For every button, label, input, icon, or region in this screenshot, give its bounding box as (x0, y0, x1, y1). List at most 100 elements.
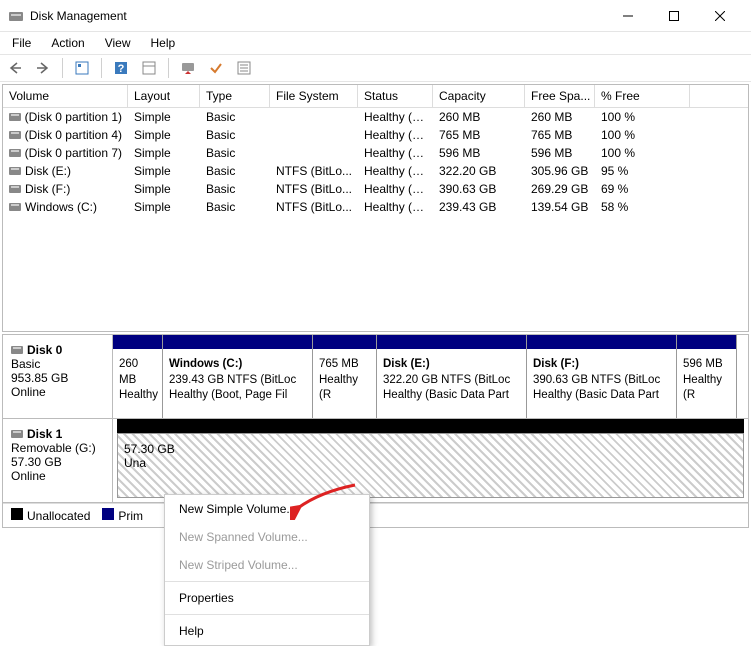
context-menu: New Simple Volume... New Spanned Volume.… (164, 494, 370, 646)
cell-status: Healthy (E... (358, 108, 433, 126)
legend-swatch-unallocated (11, 508, 23, 520)
part-label: Disk (F:) (533, 358, 579, 370)
part-line2: Healthy (Basic Data Part (533, 389, 659, 401)
col-filesystem[interactable]: File System (270, 85, 358, 107)
disk0-status: Online (11, 385, 104, 399)
help-icon[interactable]: ? (110, 57, 132, 79)
table-row[interactable]: (Disk 0 partition 4)SimpleBasicHealthy (… (3, 126, 748, 144)
disk1-status: Online (11, 469, 104, 483)
col-layout[interactable]: Layout (128, 85, 200, 107)
col-volume[interactable]: Volume (3, 85, 128, 107)
cell-capacity: 596 MB (433, 144, 525, 162)
cell-type: Basic (200, 180, 270, 198)
volume-icon (9, 113, 21, 121)
view-icon[interactable] (138, 57, 160, 79)
disk1-info: Disk 1 Removable (G:) 57.30 GB Online (3, 419, 113, 502)
table-row[interactable]: (Disk 0 partition 1)SimpleBasicHealthy (… (3, 108, 748, 126)
disk1-name: Disk 1 (27, 427, 62, 441)
cell-pct: 95 % (595, 162, 690, 180)
volume-icon (9, 149, 21, 157)
disk-icon (11, 430, 23, 438)
cell-type: Basic (200, 126, 270, 144)
cell-volume: Windows (C:) (25, 200, 97, 214)
disk1-type: Removable (G:) (11, 441, 104, 455)
partition[interactable]: Disk (E:)322.20 GB NTFS (BitLocHealthy (… (377, 335, 527, 418)
cell-free: 139.54 GB (525, 198, 595, 216)
col-pctfree[interactable]: % Free (595, 85, 690, 107)
menu-new-striped-volume: New Striped Volume... (165, 551, 369, 579)
cell-volume: (Disk 0 partition 4) (25, 128, 122, 142)
part-label: Disk (E:) (383, 358, 430, 370)
part-line2: Healthy (Boot, Page Fil (169, 389, 287, 401)
table-header: Volume Layout Type File System Status Ca… (3, 85, 748, 108)
minimize-button[interactable] (605, 0, 651, 32)
check-icon[interactable] (205, 57, 227, 79)
close-button[interactable] (697, 0, 743, 32)
cell-pct: 100 % (595, 108, 690, 126)
cell-pct: 69 % (595, 180, 690, 198)
cell-status: Healthy (B... (358, 180, 433, 198)
disk0-row[interactable]: Disk 0 Basic 953.85 GB Online 260 MB Heal… (3, 335, 748, 419)
partition[interactable]: Windows (C:)239.43 GB NTFS (BitLocHealth… (163, 335, 313, 418)
cell-pct: 58 % (595, 198, 690, 216)
cell-type: Basic (200, 108, 270, 126)
disk1-size: 57.30 GB (11, 455, 104, 469)
table-row[interactable]: (Disk 0 partition 7)SimpleBasicHealthy (… (3, 144, 748, 162)
partition[interactable]: 765 MBHealthy (R (313, 335, 377, 418)
menu-separator (165, 614, 369, 615)
part-line1: 239.43 GB NTFS (BitLoc (169, 374, 296, 386)
menu-action[interactable]: Action (43, 34, 92, 52)
forward-button[interactable] (32, 57, 54, 79)
app-icon (8, 8, 24, 24)
col-status[interactable]: Status (358, 85, 433, 107)
disk1-status-label: Una (124, 456, 737, 470)
menu-file[interactable]: File (4, 34, 39, 52)
col-type[interactable]: Type (200, 85, 270, 107)
menu-help[interactable]: Help (165, 617, 369, 645)
col-free[interactable]: Free Spa... (525, 85, 595, 107)
refresh-icon[interactable] (177, 57, 199, 79)
disk1-unallocated[interactable]: 57.30 GB Una (117, 433, 744, 498)
menu-properties[interactable]: Properties (165, 584, 369, 612)
disk0-info: Disk 0 Basic 953.85 GB Online (3, 335, 113, 418)
cell-status: Healthy (B... (358, 162, 433, 180)
menu-separator (165, 581, 369, 582)
maximize-button[interactable] (651, 0, 697, 32)
disk-icon (11, 346, 23, 354)
table-row[interactable]: Disk (E:)SimpleBasicNTFS (BitLo...Health… (3, 162, 748, 180)
part-line1: 260 MB (119, 358, 138, 386)
cell-fs (270, 126, 358, 144)
cell-volume: (Disk 0 partition 7) (25, 146, 122, 160)
menu-bar: File Action View Help (0, 32, 751, 54)
legend-unallocated: Unallocated (27, 509, 90, 523)
cell-type: Basic (200, 162, 270, 180)
partition[interactable]: 260 MB Healthy (113, 335, 163, 418)
cell-fs (270, 108, 358, 126)
list-icon[interactable] (233, 57, 255, 79)
partition[interactable]: Disk (F:)390.63 GB NTFS (BitLocHealthy (… (527, 335, 677, 418)
cell-layout: Simple (128, 180, 200, 198)
partition[interactable]: 596 MBHealthy (R (677, 335, 737, 418)
cell-layout: Simple (128, 198, 200, 216)
disk1-row[interactable]: Disk 1 Removable (G:) 57.30 GB Online 57… (3, 419, 748, 503)
table-row[interactable]: Disk (F:)SimpleBasicNTFS (BitLo...Health… (3, 180, 748, 198)
menu-view[interactable]: View (97, 34, 139, 52)
cell-capacity: 322.20 GB (433, 162, 525, 180)
part-line2: Healthy (119, 389, 158, 401)
volume-icon (9, 185, 21, 193)
col-capacity[interactable]: Capacity (433, 85, 525, 107)
settings-icon[interactable] (71, 57, 93, 79)
menu-help[interactable]: Help (143, 34, 184, 52)
table-row[interactable]: Windows (C:)SimpleBasicNTFS (BitLo...Hea… (3, 198, 748, 216)
volume-icon (9, 131, 21, 139)
cell-layout: Simple (128, 144, 200, 162)
cell-layout: Simple (128, 108, 200, 126)
legend-primary: Prim (118, 509, 143, 523)
cell-free: 305.96 GB (525, 162, 595, 180)
part-line1: 322.20 GB NTFS (BitLoc (383, 374, 510, 386)
cell-free: 260 MB (525, 108, 595, 126)
window-title: Disk Management (30, 9, 605, 23)
menu-new-simple-volume[interactable]: New Simple Volume... (165, 495, 369, 523)
cell-volume: Disk (F:) (25, 182, 70, 196)
back-button[interactable] (4, 57, 26, 79)
